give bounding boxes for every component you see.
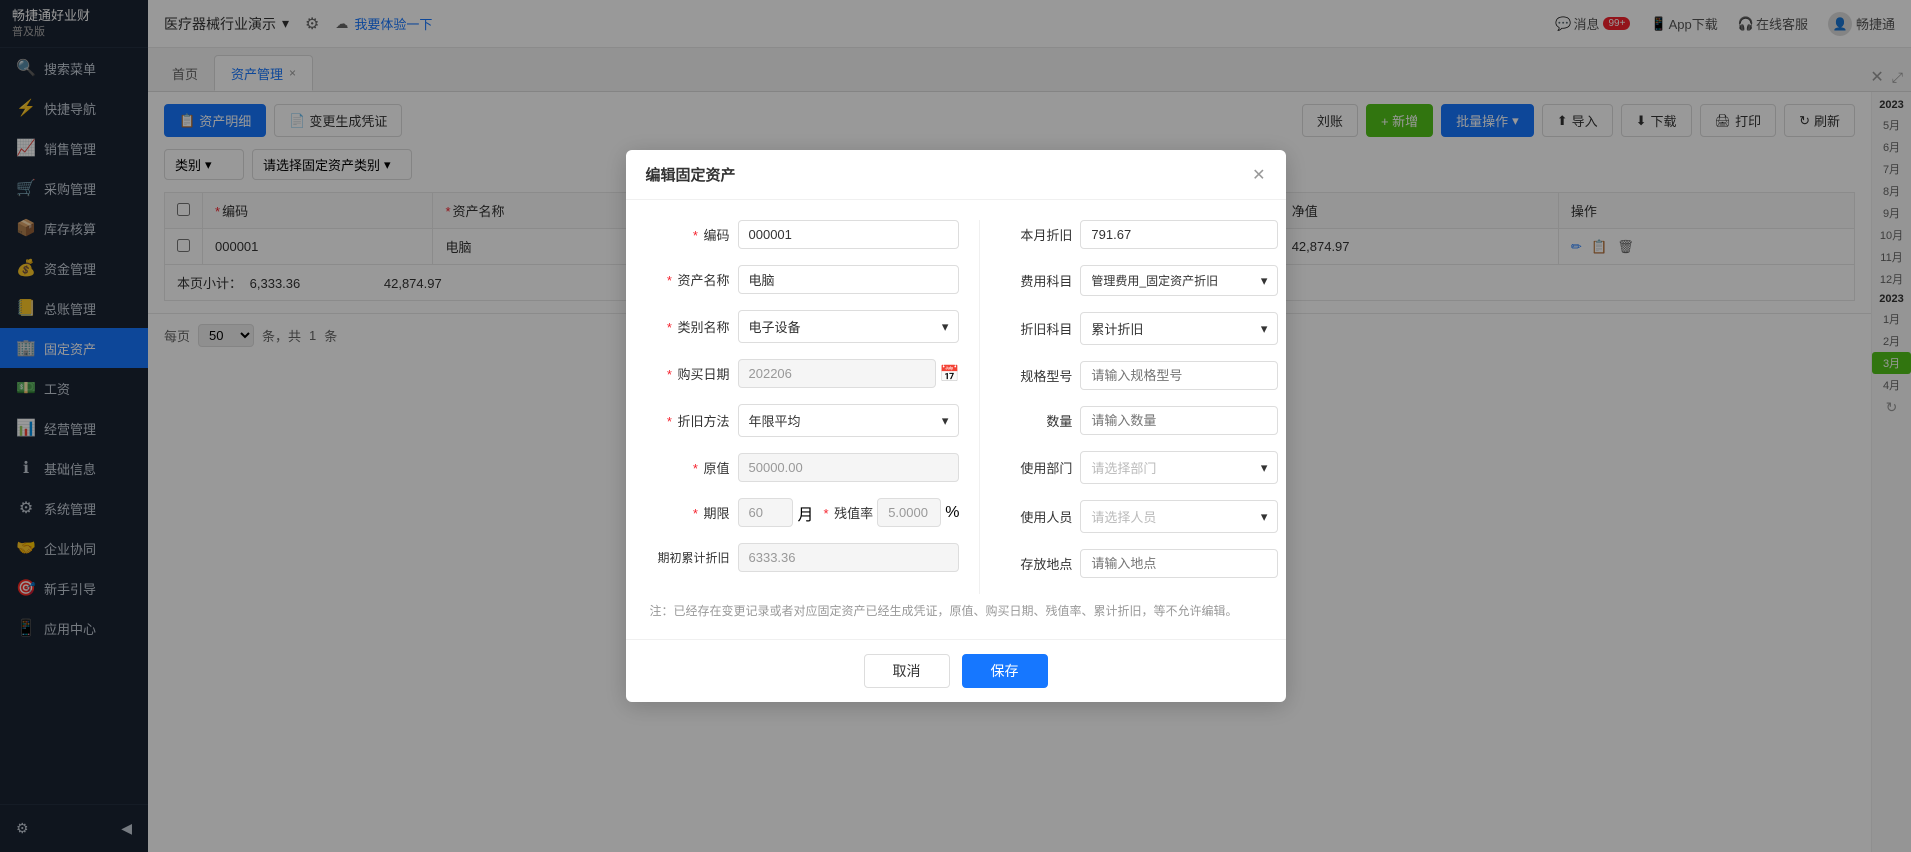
location-label: 存放地点 bbox=[992, 554, 1072, 573]
department-icon: ▾ bbox=[1261, 460, 1268, 476]
quantity-label: 数量 bbox=[992, 411, 1072, 430]
dep-account-label: 折旧科目 bbox=[992, 319, 1072, 338]
form-row-asset-name: * 资产名称 bbox=[650, 265, 960, 294]
form-row-code: * 编码 bbox=[650, 220, 960, 249]
department-placeholder: 请选择部门 bbox=[1091, 458, 1156, 477]
form-row-spec: 规格型号 bbox=[992, 361, 1278, 390]
form-row-dep-account: 折旧科目 累计折旧 ▾ bbox=[992, 312, 1278, 345]
category-value: 电子设备 bbox=[749, 317, 801, 336]
form-row-purchase-date: * 购买日期 📅 bbox=[650, 359, 960, 388]
original-value-label: * 原值 bbox=[650, 458, 730, 477]
code-label: * 编码 bbox=[650, 225, 730, 244]
period-input[interactable] bbox=[738, 498, 794, 527]
person-label: 使用人员 bbox=[992, 507, 1072, 526]
form-row-period: * 期限 月 * 残值率 % bbox=[650, 498, 960, 527]
period-unit: 月 bbox=[797, 501, 813, 525]
form-row-location: 存放地点 bbox=[992, 549, 1278, 578]
expense-account-label: 费用科目 bbox=[992, 271, 1072, 290]
dep-method-icon: ▾ bbox=[942, 413, 949, 429]
asset-name-label: * 资产名称 bbox=[650, 270, 730, 289]
modal-title: 编辑固定资产 bbox=[646, 164, 736, 185]
form-row-quantity: 数量 bbox=[992, 406, 1278, 435]
modal-header: 编辑固定资产 ✕ bbox=[626, 150, 1286, 200]
category-select[interactable]: 电子设备 ▾ bbox=[738, 310, 960, 343]
modal-note: 注：已经存在变更记录或者对应固定资产已经生成凭证，原值、购买日期、残值率、累计折… bbox=[650, 602, 1262, 619]
dep-account-icon: ▾ bbox=[1261, 321, 1268, 337]
residual-label: * 残值率 bbox=[824, 503, 874, 522]
original-value-input[interactable] bbox=[738, 453, 960, 482]
initial-dep-input[interactable] bbox=[738, 543, 960, 572]
form-row-dep-method: * 折旧方法 年限平均 ▾ bbox=[650, 404, 960, 437]
person-icon: ▾ bbox=[1261, 509, 1268, 525]
modal-footer: 取消 保存 bbox=[626, 639, 1286, 702]
form-row-department: 使用部门 请选择部门 ▾ bbox=[992, 451, 1278, 484]
spec-input[interactable] bbox=[1080, 361, 1278, 390]
dep-method-label: * 折旧方法 bbox=[650, 411, 730, 430]
form-row-original-value: * 原值 bbox=[650, 453, 960, 482]
calendar-icon[interactable]: 📅 bbox=[940, 364, 960, 384]
dep-method-select[interactable]: 年限平均 ▾ bbox=[738, 404, 960, 437]
monthly-dep-label: 本月折旧 bbox=[992, 225, 1072, 244]
department-label: 使用部门 bbox=[992, 458, 1072, 477]
form-row-category: * 类别名称 电子设备 ▾ bbox=[650, 310, 960, 343]
initial-dep-label: 期初累计折旧 bbox=[650, 549, 730, 566]
purchase-date-label: * 购买日期 bbox=[650, 364, 730, 383]
modal-left-col: * 编码 * 资产名称 * 类别名称 电子设备 ▾ bbox=[650, 220, 976, 594]
location-input[interactable] bbox=[1080, 549, 1278, 578]
period-label: * 期限 bbox=[650, 503, 730, 522]
quantity-input[interactable] bbox=[1080, 406, 1278, 435]
spec-label: 规格型号 bbox=[992, 366, 1072, 385]
department-select[interactable]: 请选择部门 ▾ bbox=[1080, 451, 1278, 484]
dep-account-value: 累计折旧 bbox=[1091, 319, 1143, 338]
monthly-dep-input[interactable] bbox=[1080, 220, 1278, 249]
modal-right-col: 本月折旧 费用科目 管理费用_固定资产折旧 ▾ 折旧科目 bbox=[976, 220, 1278, 594]
code-input[interactable] bbox=[738, 220, 960, 249]
expense-account-icon: ▾ bbox=[1261, 273, 1268, 289]
purchase-date-input[interactable] bbox=[738, 359, 936, 388]
modal-overlay: 编辑固定资产 ✕ * 编码 * 资产名称 bbox=[0, 0, 1911, 852]
edit-asset-modal: 编辑固定资产 ✕ * 编码 * 资产名称 bbox=[626, 150, 1286, 702]
cancel-button[interactable]: 取消 bbox=[864, 654, 950, 688]
modal-close-button[interactable]: ✕ bbox=[1252, 165, 1265, 185]
category-label: * 类别名称 bbox=[650, 317, 730, 336]
person-select[interactable]: 请选择人员 ▾ bbox=[1080, 500, 1278, 533]
save-button[interactable]: 保存 bbox=[962, 654, 1048, 688]
form-row-monthly-dep: 本月折旧 bbox=[992, 220, 1278, 249]
form-row-person: 使用人员 请选择人员 ▾ bbox=[992, 500, 1278, 533]
percent-unit: % bbox=[945, 504, 959, 522]
category-select-icon: ▾ bbox=[942, 319, 949, 335]
expense-account-value: 管理费用_固定资产折旧 bbox=[1091, 272, 1218, 289]
asset-name-input[interactable] bbox=[738, 265, 960, 294]
modal-body: * 编码 * 资产名称 * 类别名称 电子设备 ▾ bbox=[626, 200, 1286, 639]
dep-account-select[interactable]: 累计折旧 ▾ bbox=[1080, 312, 1278, 345]
residual-rate-input[interactable] bbox=[877, 498, 941, 527]
expense-account-select[interactable]: 管理费用_固定资产折旧 ▾ bbox=[1080, 265, 1278, 296]
form-row-initial-dep: 期初累计折旧 bbox=[650, 543, 960, 572]
person-placeholder: 请选择人员 bbox=[1091, 507, 1156, 526]
form-row-expense-account: 费用科目 管理费用_固定资产折旧 ▾ bbox=[992, 265, 1278, 296]
dep-method-value: 年限平均 bbox=[749, 411, 801, 430]
